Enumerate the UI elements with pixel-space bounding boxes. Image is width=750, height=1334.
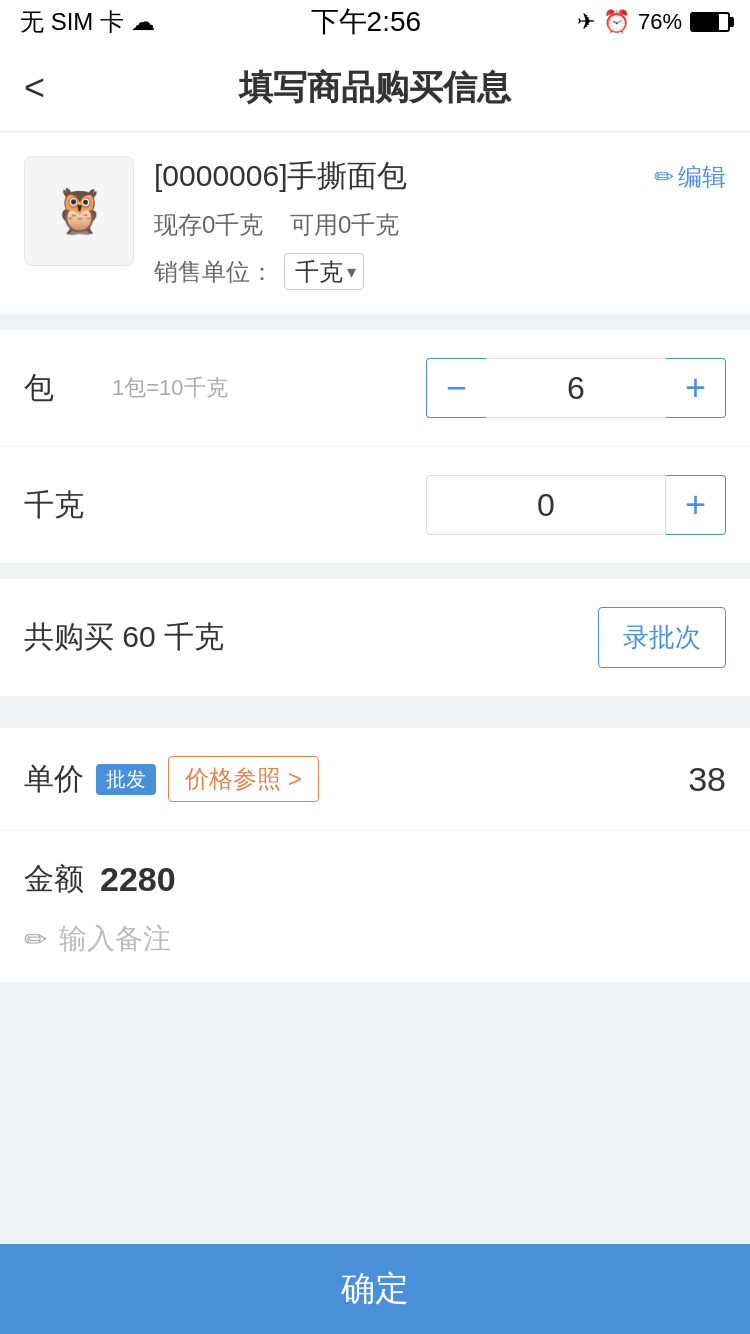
available-label: 可用0千克: [290, 211, 399, 238]
price-reference-button[interactable]: 价格参照 >: [168, 756, 319, 802]
edit-label: 编辑: [678, 161, 726, 193]
product-stock: 现存0千克 可用0千克: [154, 209, 726, 241]
status-time: 下午2:56: [311, 3, 422, 41]
note-row[interactable]: ✏ 输入备注: [24, 920, 726, 958]
status-left: 无 SIM 卡 ☁: [20, 6, 155, 38]
price-label-row: 单价 批发 价格参照 >: [24, 756, 319, 802]
pencil-icon: ✏: [24, 923, 47, 956]
nav-bar: < 填写商品购买信息: [0, 44, 750, 132]
unit-select[interactable]: 千克: [284, 253, 364, 290]
kg-plus-button[interactable]: +: [666, 475, 726, 535]
status-right: ✈ ⏰ 76%: [577, 9, 730, 35]
pack-quantity-input[interactable]: [486, 358, 666, 418]
note-placeholder: 输入备注: [59, 920, 171, 958]
battery-icon: [690, 12, 730, 32]
content: 🦉 [0000006]手撕面包 ✏ 编辑 现存0千克 可用0千克 销售单位：: [0, 132, 750, 1282]
kg-quantity-row: 千克 +: [0, 447, 750, 563]
product-name-row: [0000006]手撕面包 ✏ 编辑: [154, 156, 726, 197]
unit-prefix: 销售单位：: [154, 256, 274, 288]
quantity-section: 包 1包=10千克 − + 千克 +: [0, 330, 750, 563]
page-title: 填写商品购买信息: [239, 65, 511, 111]
kg-label: 千克: [24, 485, 104, 526]
price-section: 单价 批发 价格参照 > 38: [0, 728, 750, 831]
pack-plus-button[interactable]: +: [666, 358, 726, 418]
amount-section: 金额 2280 ✏ 输入备注: [0, 831, 750, 982]
amount-value: 2280: [100, 860, 176, 899]
pack-sub-label: 1包=10千克: [112, 373, 426, 403]
amount-label: 金额: [24, 859, 84, 900]
product-name: [0000006]手撕面包: [154, 156, 407, 197]
product-image: 🦉: [24, 156, 134, 266]
price-value: 38: [688, 760, 726, 799]
total-text: 共购买 60 千克: [24, 617, 224, 658]
total-section: 共购买 60 千克 录批次: [0, 579, 750, 696]
pack-minus-button[interactable]: −: [426, 358, 486, 418]
product-card: 🦉 [0000006]手撕面包 ✏ 编辑 现存0千克 可用0千克 销售单位：: [0, 132, 750, 314]
product-thumbnail-icon: 🦉: [52, 185, 107, 237]
back-button[interactable]: <: [24, 67, 45, 109]
amount-row: 金额 2280: [24, 859, 726, 900]
stock-label: 现存0千克: [154, 211, 263, 238]
sim-label: 无 SIM 卡 ☁: [20, 6, 155, 38]
unit-select-wrapper[interactable]: 千克: [284, 253, 364, 290]
pack-quantity-controls: − +: [426, 358, 726, 418]
pack-label: 包: [24, 368, 104, 409]
pack-quantity-row: 包 1包=10千克 − +: [0, 330, 750, 447]
batch-tag: 批发: [96, 764, 156, 795]
bottom-space: [0, 982, 750, 1282]
confirm-button[interactable]: 确定: [0, 1244, 750, 1334]
product-code: [0000006]: [154, 159, 287, 192]
edit-button[interactable]: ✏ 编辑: [654, 161, 726, 193]
edit-icon: ✏: [654, 163, 674, 191]
battery-percent: 76%: [638, 9, 682, 35]
product-unit-row: 销售单位： 千克: [154, 253, 726, 290]
product-title: 手撕面包: [287, 159, 407, 192]
record-batch-button[interactable]: 录批次: [598, 607, 726, 668]
product-info: [0000006]手撕面包 ✏ 编辑 现存0千克 可用0千克 销售单位： 千克: [154, 156, 726, 290]
location-icon: ✈: [577, 9, 595, 35]
price-label: 单价: [24, 759, 84, 800]
kg-quantity-controls: +: [426, 475, 726, 535]
kg-quantity-input[interactable]: [426, 475, 666, 535]
status-bar: 无 SIM 卡 ☁ 下午2:56 ✈ ⏰ 76%: [0, 0, 750, 44]
alarm-icon: ⏰: [603, 9, 630, 35]
